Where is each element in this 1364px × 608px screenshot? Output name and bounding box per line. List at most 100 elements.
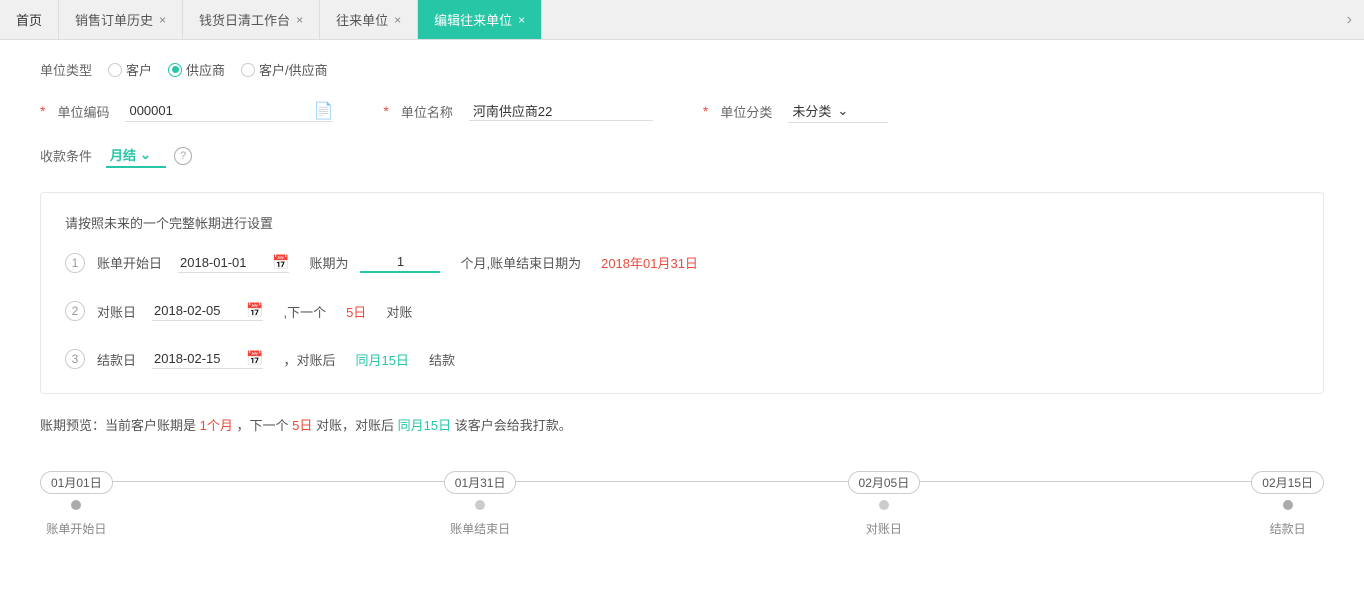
timeline-dot-0 [71, 500, 81, 510]
settle-date-input[interactable] [152, 349, 242, 368]
tab-label-edit-partner: 编辑往来单位 [434, 10, 512, 29]
reconcile-highlight: 5日 [346, 302, 366, 321]
payment-condition-arrow: ⌄ [140, 147, 151, 163]
settle-highlight: 同月15日 [355, 350, 408, 369]
start-date-cal-icon[interactable]: 📅 [272, 254, 289, 271]
payment-condition-row: 收款条件 月结 ⌄ ? [40, 143, 1324, 168]
radio-circle-0 [108, 63, 122, 77]
timeline-dot-3 [1283, 500, 1293, 510]
start-date-input[interactable] [178, 253, 268, 272]
preview-highlight2: 5日 [292, 418, 312, 433]
tab-home[interactable]: 首页 [0, 0, 59, 39]
tab-close-cash-work[interactable]: × [296, 13, 303, 27]
setting-label-1: 账单开始日 [97, 253, 162, 272]
unit-code-input[interactable] [125, 101, 309, 120]
timeline-badge-2: 02月05日 [848, 471, 921, 494]
period-suffix: 个月,账单结束日期为 [460, 253, 581, 272]
radio-1[interactable]: 供应商 [168, 60, 225, 79]
radio-label-2: 客户/供应商 [259, 60, 328, 79]
payment-condition-value: 月结 [110, 145, 136, 164]
setting-label-3: 结款日 [97, 350, 136, 369]
unit-code-label: 单位编码 [57, 102, 109, 121]
preview-suffix: 该客户会给我打款。 [455, 418, 572, 433]
setting-row-1: 1 账单开始日 📅 账期为 个月,账单结束日期为 2018年01月31日 [65, 252, 1299, 273]
period-prefix: 账期为 [309, 253, 348, 272]
timeline-label-1: 账单结束日 [450, 520, 510, 537]
tab-sales-history[interactable]: 销售订单历史 × [59, 0, 183, 39]
timeline-point-2: 02月05日对账日 [848, 471, 921, 537]
tab-close-partner-unit[interactable]: × [394, 13, 401, 27]
tabs-expand-icon[interactable]: › [1335, 0, 1364, 39]
radio-circle-1 [168, 63, 182, 77]
reconcile-prefix: ,下一个 [283, 302, 326, 321]
tab-edit-partner[interactable]: 编辑往来单位 × [418, 0, 542, 39]
tab-cash-work[interactable]: 钱货日清工作台 × [183, 0, 320, 39]
timeline-point-0: 01月01日账单开始日 [40, 471, 113, 537]
setting-num-2: 2 [65, 301, 85, 321]
timeline-point-1: 01月31日账单结束日 [444, 471, 517, 537]
settle-date-field: 📅 [152, 349, 263, 369]
setting-label-2: 对账日 [97, 302, 136, 321]
radio-label-1: 供应商 [186, 60, 225, 79]
settle-prefix: ，对账后 [283, 350, 335, 369]
timeline-dot-1 [475, 500, 485, 510]
radio-circle-2 [241, 63, 255, 77]
timeline-label-2: 对账日 [866, 520, 902, 537]
unit-category-arrow: ⌄ [837, 103, 848, 119]
tab-label-cash-work: 钱货日清工作台 [199, 10, 290, 29]
end-date-highlight: 2018年01月31日 [601, 253, 698, 272]
preview-middle2: 对账，对账后 [316, 418, 394, 433]
unit-name-label: 单位名称 [401, 102, 453, 121]
timeline-badge-3: 02月15日 [1251, 471, 1324, 494]
unit-name-input[interactable] [469, 101, 653, 121]
reconcile-date-cal-icon[interactable]: 📅 [246, 302, 263, 319]
unit-info-row: * 单位编码 📄 * 单位名称 * 单位分类 未分类 ⌄ [40, 99, 1324, 123]
tab-label-partner-unit: 往来单位 [336, 10, 388, 29]
timeline-label-3: 结款日 [1270, 520, 1306, 537]
radio-2[interactable]: 客户/供应商 [241, 60, 328, 79]
reconcile-date-input[interactable] [152, 301, 242, 320]
timeline: 01月01日账单开始日 01月31日账单结束日 02月05日对账日 02月15日结款日 [40, 461, 1324, 547]
account-preview: 账期预览：当前客户账期是 1个月 ，下一个 5日 对账，对账后 同月15日 该客… [40, 414, 1324, 437]
setting-row-2: 2 对账日 📅 ,下一个 5日 对账 [65, 301, 1299, 321]
reconcile-date-field: 📅 [152, 301, 263, 321]
setting-row-3: 3 结款日 📅 ，对账后 同月15日 结款 [65, 349, 1299, 369]
tab-partner-unit[interactable]: 往来单位 × [320, 0, 418, 39]
settle-date-cal-icon[interactable]: 📅 [246, 350, 263, 367]
tab-label-sales-history: 销售订单历史 [75, 10, 153, 29]
payment-condition-select[interactable]: 月结 ⌄ [106, 143, 166, 168]
preview-prefix: 账期预览：当前客户账期是 [40, 418, 196, 433]
unit-code-icon[interactable]: 📄 [313, 101, 333, 121]
timeline-badge-1: 01月31日 [444, 471, 517, 494]
settle-suffix: 结款 [429, 350, 455, 369]
preview-middle1: ，下一个 [237, 418, 289, 433]
unit-type-radio-group: 客户 供应商 客户/供应商 [108, 60, 328, 79]
timeline-point-3: 02月15日结款日 [1251, 471, 1324, 537]
unit-code-required: * [40, 103, 45, 119]
radio-label-0: 客户 [126, 60, 152, 79]
reconcile-suffix: 对账 [386, 302, 412, 321]
unit-code-field: 📄 [125, 101, 333, 122]
unit-category-value: 未分类 [792, 101, 831, 120]
start-date-field: 📅 [178, 253, 289, 273]
tab-close-sales-history[interactable]: × [159, 13, 166, 27]
unit-category-required: * [703, 103, 708, 119]
unit-name-required: * [383, 103, 388, 119]
tab-close-edit-partner[interactable]: × [518, 13, 525, 27]
settings-title: 请按照未来的一个完整帐期进行设置 [65, 213, 1299, 232]
tabs-bar: 首页 销售订单历史 × 钱货日清工作台 × 往来单位 × 编辑往来单位 × › [0, 0, 1364, 40]
unit-category-select[interactable]: 未分类 ⌄ [788, 99, 888, 123]
settings-box: 请按照未来的一个完整帐期进行设置 1 账单开始日 📅 账期为 个月,账单结束日期… [40, 192, 1324, 394]
tab-label-home: 首页 [16, 10, 42, 29]
unit-category-label: 单位分类 [720, 102, 772, 121]
main-content: 单位类型 客户 供应商 客户/供应商 * 单位编码 📄 * 单位名称 * 单位分类 … [0, 40, 1364, 608]
timeline-label-0: 账单开始日 [46, 520, 106, 537]
unit-type-label: 单位类型 [40, 60, 92, 79]
setting-num-1: 1 [65, 253, 85, 273]
setting-num-3: 3 [65, 349, 85, 369]
period-input[interactable] [360, 252, 440, 273]
preview-highlight3: 同月15日 [398, 418, 451, 433]
timeline-points: 01月01日账单开始日 01月31日账单结束日 02月05日对账日 02月15日结款日 [40, 471, 1324, 537]
help-icon[interactable]: ? [174, 147, 192, 165]
radio-0[interactable]: 客户 [108, 60, 152, 79]
